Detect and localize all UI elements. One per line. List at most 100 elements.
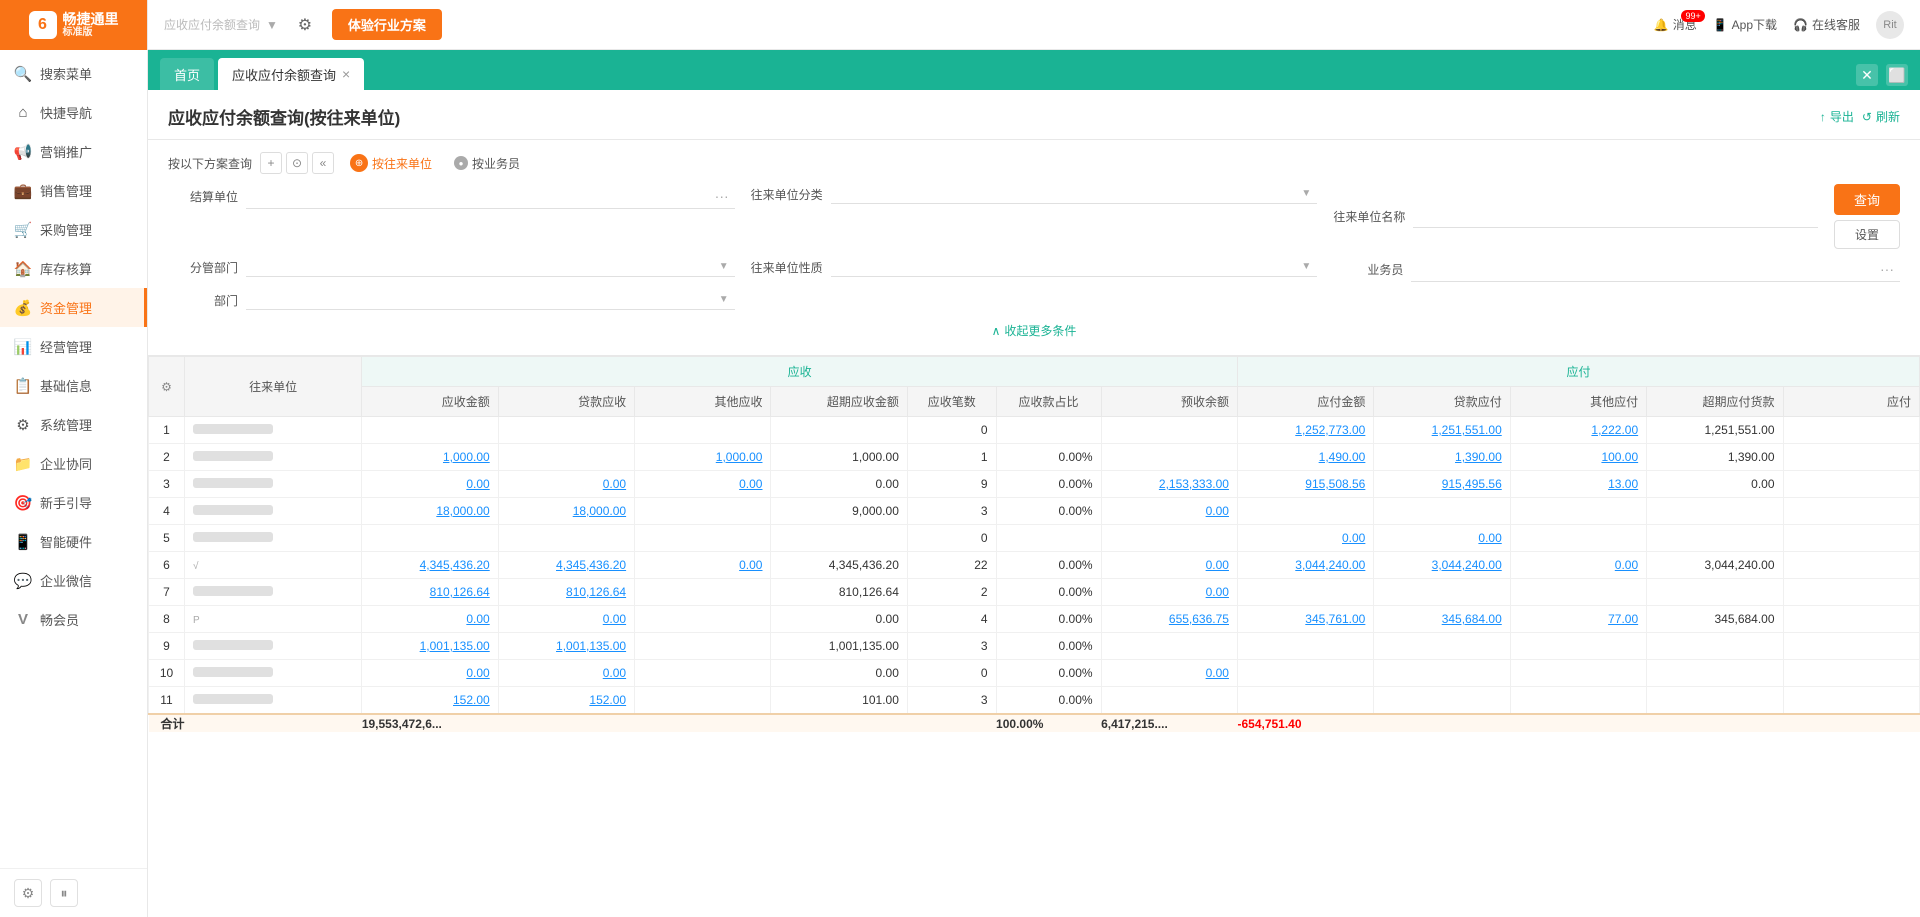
user-avatar[interactable]: Rit bbox=[1876, 11, 1904, 39]
sidebar-item-guide[interactable]: 🎯 新手引导 bbox=[0, 483, 147, 522]
inventory-icon: 🏠 bbox=[14, 260, 32, 278]
sidebar-item-basic[interactable]: 📋 基础信息 bbox=[0, 366, 147, 405]
query-button[interactable]: 查询 bbox=[1834, 184, 1900, 215]
footer-ar-other bbox=[635, 714, 771, 732]
collapse-footer-btn[interactable]: ⏸ bbox=[50, 879, 78, 907]
tab-fullscreen-btn[interactable]: ⬜ bbox=[1886, 64, 1908, 86]
partner-name-label: 往来单位名称 bbox=[1333, 208, 1405, 225]
sidebar-item-member[interactable]: V 畅会员 bbox=[0, 600, 147, 639]
breadcrumb-dropdown-icon[interactable]: ▼ bbox=[266, 18, 278, 32]
partner-nature-select[interactable]: ▼ bbox=[831, 257, 1318, 277]
sidebar-item-system[interactable]: ⚙ 系统管理 bbox=[0, 405, 147, 444]
service-btn[interactable]: 🎧 在线客服 bbox=[1793, 16, 1860, 33]
table-settings-icon[interactable]: ⚙ bbox=[161, 380, 172, 394]
th-ap-suffix: 应付 bbox=[1783, 387, 1919, 417]
partner-name-input[interactable] bbox=[1413, 205, 1818, 228]
refresh-button[interactable]: ↺ 刷新 bbox=[1862, 108, 1900, 125]
table-row: 21,000.001,000.001,000.0010.00%1,490.001… bbox=[149, 444, 1920, 471]
sidebar-item-hardware[interactable]: 📱 智能硬件 bbox=[0, 522, 147, 561]
th-ap-overdue: 超期应付货款 bbox=[1647, 387, 1783, 417]
system-icon: ⚙ bbox=[14, 416, 32, 434]
footer-ar-amount[interactable]: 19,553,472,6... bbox=[362, 714, 498, 732]
setting-button[interactable]: 设置 bbox=[1834, 220, 1900, 249]
partner-category-select[interactable]: ▼ bbox=[831, 184, 1318, 204]
sidebar-item-purchase[interactable]: 🛒 采购管理 bbox=[0, 210, 147, 249]
th-ar-prepay: 预收余额 bbox=[1101, 387, 1237, 417]
sidebar-label-guide: 新手引导 bbox=[40, 493, 92, 512]
add-scheme-btn[interactable]: + bbox=[260, 152, 282, 174]
settlement-unit-row: 结算单位 ··· bbox=[168, 184, 735, 209]
collapse-scheme-btn[interactable]: « bbox=[312, 152, 334, 174]
sidebar-label-operations: 经营管理 bbox=[40, 337, 92, 356]
page-header: 应收应付余额查询(按往来单位) ↑ 导出 ↺ 刷新 bbox=[148, 90, 1920, 140]
sidebar-item-operations[interactable]: 📊 经营管理 bbox=[0, 327, 147, 366]
footer-ap-other bbox=[1510, 714, 1646, 732]
sidebar-item-sales[interactable]: 💼 销售管理 bbox=[0, 171, 147, 210]
option-by-partner[interactable]: ⊕ 按往来单位 bbox=[350, 154, 432, 172]
sidebar-item-wechat[interactable]: 💬 企业微信 bbox=[0, 561, 147, 600]
partner-category-row: 往来单位分类 ▼ bbox=[751, 184, 1318, 204]
sidebar-menu: 🔍 搜索菜单 ⌂ 快捷导航 📢 营销推广 💼 销售管理 🛒 采购管理 🏠 库存核… bbox=[0, 50, 147, 868]
sidebar-label-system: 系统管理 bbox=[40, 415, 92, 434]
branch-dept-label: 分管部门 bbox=[168, 259, 238, 276]
th-settings[interactable]: ⚙ bbox=[149, 357, 185, 417]
collab-icon: 📁 bbox=[14, 455, 32, 473]
tab-home[interactable]: 首页 bbox=[160, 58, 214, 90]
sales-icon: 💼 bbox=[14, 182, 32, 200]
sidebar-item-finance[interactable]: 💰 资金管理 bbox=[0, 288, 147, 327]
sidebar-item-search[interactable]: 🔍 搜索菜单 bbox=[0, 54, 147, 93]
branch-dept-select[interactable]: ▼ bbox=[246, 257, 735, 277]
salesperson-label: 业务员 bbox=[1333, 261, 1403, 278]
option-by-salesperson[interactable]: ● 按业务员 bbox=[454, 154, 520, 172]
notification-badge: 99+ bbox=[1681, 10, 1704, 22]
salesperson-select[interactable]: ··· bbox=[1411, 257, 1900, 282]
tab-home-label: 首页 bbox=[174, 65, 200, 84]
collapse-bar[interactable]: ∧ 收起更多条件 bbox=[168, 318, 1900, 343]
solution-button[interactable]: 体验行业方案 bbox=[332, 9, 442, 40]
app-download-btn[interactable]: 📱 App下载 bbox=[1713, 16, 1777, 33]
department-label: 部门 bbox=[168, 292, 238, 309]
sidebar-label-collab: 企业协同 bbox=[40, 454, 92, 473]
notification-btn[interactable]: 🔔 消息 99+ bbox=[1654, 16, 1697, 33]
search-icon: 🔍 bbox=[14, 65, 32, 83]
app-icon: 📱 bbox=[1713, 18, 1728, 32]
export-button[interactable]: ↑ 导出 bbox=[1820, 108, 1854, 125]
tab-close-window-btn[interactable]: ✕ bbox=[1856, 64, 1878, 86]
tab-close-icon[interactable]: × bbox=[342, 66, 350, 82]
department-select[interactable]: ▼ bbox=[246, 290, 735, 310]
collapse-up-icon: ∧ bbox=[992, 324, 1001, 338]
sidebar-item-marketing[interactable]: 📢 营销推广 bbox=[0, 132, 147, 171]
page-title: 应收应付余额查询(按往来单位) bbox=[168, 104, 400, 129]
sidebar-label-quick: 快捷导航 bbox=[40, 103, 92, 122]
settings-footer-btn[interactable]: ⚙ bbox=[14, 879, 42, 907]
settings-scheme-btn[interactable]: ⊙ bbox=[286, 152, 308, 174]
sidebar-logo: 6 畅捷通里 标准版 bbox=[0, 0, 147, 50]
sidebar-item-quick[interactable]: ⌂ 快捷导航 bbox=[0, 93, 147, 132]
table-row: 91,001,135.001,001,135.001,001,135.0030.… bbox=[149, 633, 1920, 660]
footer-ap-suffix bbox=[1783, 714, 1919, 732]
logo-icon: 6 bbox=[29, 11, 57, 39]
notification-area: 🔔 消息 99+ 📱 App下载 🎧 在线客服 Rit bbox=[1654, 11, 1904, 39]
settlement-dots[interactable]: ··· bbox=[715, 188, 729, 204]
settlement-select[interactable]: ··· bbox=[246, 184, 735, 209]
user-text: Rit bbox=[1883, 19, 1896, 31]
salesperson-dots[interactable]: ··· bbox=[1880, 261, 1894, 277]
sidebar-item-collab[interactable]: 📁 企业协同 bbox=[0, 444, 147, 483]
logo-name: 畅捷通里 bbox=[63, 11, 119, 28]
partner-nature-label: 往来单位性质 bbox=[751, 259, 823, 276]
tab-ar-ap[interactable]: 应收应付余额查询 × bbox=[218, 58, 364, 90]
table-wrapper[interactable]: ⚙ 往来单位 应收 应付 应收金额 贷款应收 其他应收 超期应收金额 应收笔数 … bbox=[148, 356, 1920, 917]
purchase-icon: 🛒 bbox=[14, 221, 32, 239]
salesperson-row: 业务员 ··· bbox=[1333, 257, 1900, 282]
sidebar-label-basic: 基础信息 bbox=[40, 376, 92, 395]
settings-topbar-btn[interactable]: ⚙ bbox=[290, 10, 320, 40]
sidebar-item-inventory[interactable]: 🏠 库存核算 bbox=[0, 249, 147, 288]
th-ar-other: 其他应收 bbox=[635, 387, 771, 417]
footer-ar-ratio: 100.00% bbox=[996, 714, 1101, 732]
footer-ap-amount[interactable]: -654,751.40 bbox=[1237, 714, 1373, 732]
table-row: 101,252,773.001,251,551.001,222.001,251,… bbox=[149, 417, 1920, 444]
data-table: ⚙ 往来单位 应收 应付 应收金额 贷款应收 其他应收 超期应收金额 应收笔数 … bbox=[148, 356, 1920, 732]
partner-nature-row: 往来单位性质 ▼ bbox=[751, 257, 1318, 277]
wechat-icon: 💬 bbox=[14, 572, 32, 590]
finance-icon: 💰 bbox=[14, 299, 32, 317]
